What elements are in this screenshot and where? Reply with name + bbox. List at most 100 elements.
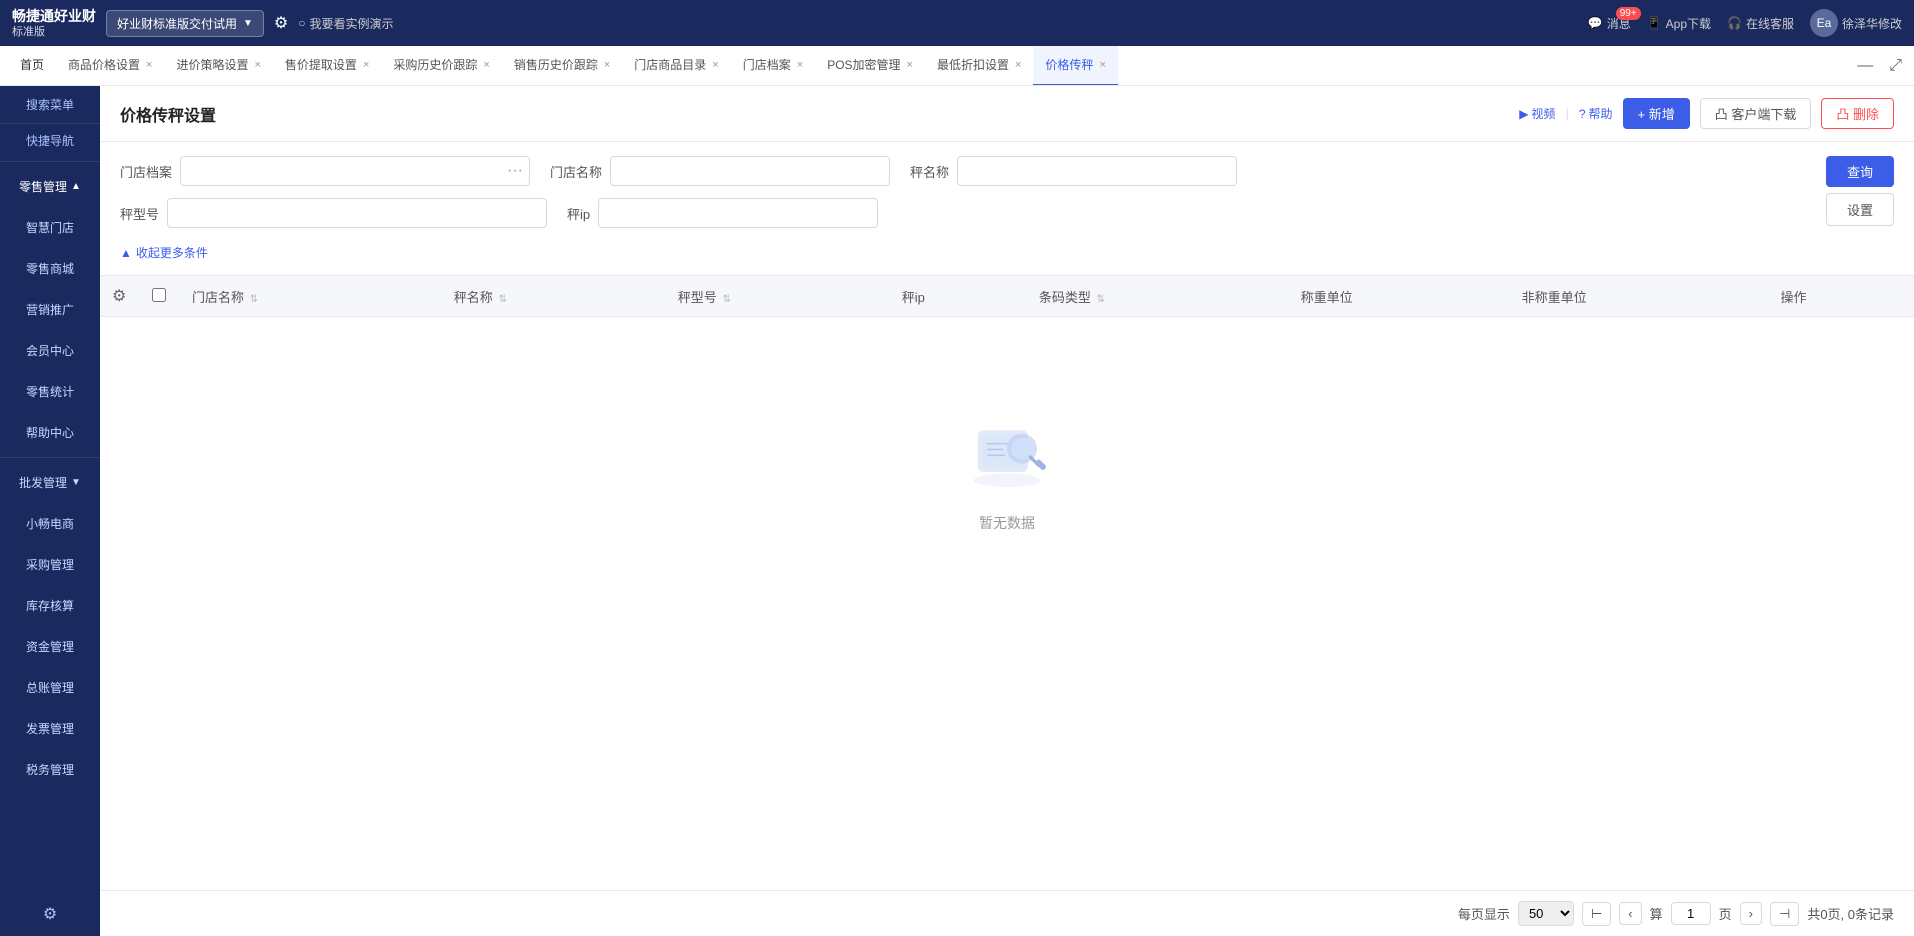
tab-close-icon[interactable]: × — [907, 59, 913, 71]
tab-pos[interactable]: POS加密管理 × — [815, 46, 925, 86]
sidebar-item-ecommerce[interactable]: 小畅电商 — [0, 503, 100, 544]
sidebar-item-retail[interactable]: 零售管理 ▲ — [0, 166, 100, 207]
set-button[interactable]: 设置 — [1826, 193, 1894, 226]
tab-discount[interactable]: 最低折扣设置 × — [925, 46, 1033, 86]
th-store-name[interactable]: 门店名称 ⇅ — [180, 276, 442, 317]
sidebar-item-ledger[interactable]: 总账管理 — [0, 667, 100, 708]
app-download-label: App下载 — [1666, 15, 1711, 32]
tab-close-icon[interactable]: × — [254, 59, 260, 71]
app-download-button[interactable]: 📱 App下载 — [1647, 15, 1711, 32]
th-barcode-type[interactable]: 条码类型 ⇅ — [1027, 276, 1289, 317]
scale-model-input[interactable] — [167, 198, 547, 228]
sidebar-item-inventory[interactable]: 库存核算 — [0, 585, 100, 626]
sidebar-item-invoice[interactable]: 发票管理 — [0, 708, 100, 749]
tab-selling-price[interactable]: 售价提取设置 × — [273, 46, 381, 86]
table-settings-icon[interactable]: ⚙ — [112, 288, 126, 305]
sidebar-item-label: 智慧门店 — [26, 219, 74, 236]
col-barcode-type: 条码类型 — [1039, 290, 1091, 305]
tab-close-icon[interactable]: × — [363, 59, 369, 71]
tab-store-archive[interactable]: 门店档案 × — [731, 46, 815, 86]
tab-close-icon[interactable]: × — [146, 59, 152, 71]
tab-purchase-history[interactable]: 采购历史价跟踪 × — [381, 46, 501, 86]
store-file-input[interactable] — [181, 157, 501, 185]
sidebar-item-help[interactable]: 帮助中心 — [0, 412, 100, 453]
col-store-name: 门店名称 — [192, 290, 244, 305]
tab-price-settings[interactable]: 商品价格设置 × — [56, 46, 164, 86]
prev-page-button[interactable]: ‹ — [1619, 902, 1641, 925]
last-page-button[interactable]: ⊣ — [1770, 902, 1799, 926]
first-page-button[interactable]: ⊢ — [1582, 902, 1611, 926]
sidebar-item-retail-mall[interactable]: 零售商城 — [0, 248, 100, 289]
sidebar-item-smart-store[interactable]: 智慧门店 — [0, 207, 100, 248]
messages-button[interactable]: 💬 消息 99+ — [1588, 15, 1631, 32]
tab-close-icon[interactable]: × — [797, 59, 803, 71]
video-link[interactable]: ▶ 视频 — [1519, 105, 1555, 122]
sidebar-item-label: 营销推广 — [26, 301, 74, 318]
tab-store-catalog[interactable]: 门店商品目录 × — [622, 46, 730, 86]
version-text: 好业财标准版交付试用 — [117, 15, 237, 32]
filter-scale-name: 秤名称 — [910, 156, 1237, 186]
sidebar-item-purchase[interactable]: 采购管理 — [0, 544, 100, 585]
th-scale-name[interactable]: 秤名称 ⇅ — [442, 276, 666, 317]
tab-bar-controls: — ⤢ — [1853, 53, 1906, 79]
sidebar-item-label: 总账管理 — [26, 679, 74, 696]
tab-label: 售价提取设置 — [285, 56, 357, 73]
th-scale-model[interactable]: 秤型号 ⇅ — [666, 276, 890, 317]
sidebar-quick-nav[interactable]: 快捷导航 — [0, 124, 100, 157]
user-menu[interactable]: Ea 徐泽华修改 — [1810, 9, 1902, 37]
scale-name-input[interactable] — [957, 156, 1237, 186]
online-service-button[interactable]: 🎧 在线客服 — [1727, 15, 1794, 32]
sidebar-item-retail-stats[interactable]: 零售统计 — [0, 371, 100, 412]
sidebar-item-tax[interactable]: 税务管理 — [0, 749, 100, 790]
filter-store-file: 门店档案 ··· — [120, 156, 530, 186]
download-button[interactable]: 凸 客户端下载 — [1700, 98, 1812, 129]
collapse-button[interactable]: ▲ 收起更多条件 — [120, 244, 1894, 267]
query-label: 查询 — [1847, 165, 1873, 180]
version-dropdown[interactable]: 好业财标准版交付试用 ▼ — [106, 10, 264, 37]
app-icon: 📱 — [1647, 16, 1662, 30]
search-label: 搜索菜单 — [26, 98, 74, 112]
tab-purchase-strategy[interactable]: 进价策略设置 × — [164, 46, 272, 86]
sidebar-search[interactable]: 搜索菜单 — [0, 86, 100, 124]
store-name-input[interactable] — [610, 156, 890, 186]
sidebar-item-wholesale[interactable]: 批发管理 ▼ — [0, 462, 100, 503]
tab-close-icon[interactable]: × — [712, 59, 718, 71]
help-link[interactable]: ? 帮助 — [1579, 105, 1613, 122]
avatar-initials: Ea — [1817, 16, 1832, 30]
demo-link[interactable]: ○ 我要看实例演示 — [298, 15, 393, 32]
settings-gear-icon[interactable]: ⚙ — [274, 13, 288, 33]
tab-minimize-icon[interactable]: — — [1853, 53, 1877, 79]
page-number-input[interactable] — [1671, 902, 1711, 925]
th-settings: ⚙ — [100, 276, 140, 317]
tab-close-icon[interactable]: × — [604, 59, 610, 71]
store-file-ellipsis-icon[interactable]: ··· — [501, 162, 529, 180]
tab-maximize-icon[interactable]: ⤢ — [1885, 53, 1906, 79]
per-page-select[interactable]: 50 10 20 100 — [1518, 901, 1574, 926]
next-page-button[interactable]: › — [1740, 902, 1762, 925]
tab-price-scale[interactable]: 价格传秤 × — [1033, 46, 1117, 86]
select-all-checkbox[interactable] — [152, 288, 166, 302]
query-button[interactable]: 查询 — [1826, 156, 1894, 187]
th-scale-ip: 秤ip — [890, 276, 1027, 317]
tab-close-icon[interactable]: × — [1015, 59, 1021, 71]
sidebar-divider — [0, 161, 100, 162]
tab-close-icon[interactable]: × — [1099, 59, 1105, 71]
filter-row-1: 门店档案 ··· 门店名称 秤名称 — [120, 156, 1806, 186]
sidebar-item-finance[interactable]: 资金管理 — [0, 626, 100, 667]
scale-ip-input[interactable] — [598, 198, 878, 228]
set-label: 设置 — [1847, 203, 1873, 218]
sidebar-settings-button[interactable]: ⚙ — [0, 892, 100, 936]
logo-sub: 标准版 — [12, 25, 96, 39]
content-area: 价格传秤设置 ▶ 视频 | ? 帮助 + 新增 凸 客户端下载 凸 — [100, 86, 1914, 936]
sidebar-item-marketing[interactable]: 营销推广 — [0, 289, 100, 330]
delete-button[interactable]: 凸 删除 — [1821, 98, 1894, 129]
sidebar-item-member[interactable]: 会员中心 — [0, 330, 100, 371]
tab-home[interactable]: 首页 — [8, 46, 56, 86]
add-button[interactable]: + 新增 — [1623, 98, 1690, 129]
tab-sales-history[interactable]: 销售历史价跟踪 × — [502, 46, 622, 86]
scale-name-label: 秤名称 — [910, 162, 949, 181]
tab-close-icon[interactable]: × — [483, 59, 489, 71]
tab-home-label: 首页 — [20, 56, 44, 73]
th-non-weight-unit: 非称重单位 — [1510, 276, 1769, 317]
sidebar-divider2 — [0, 457, 100, 458]
